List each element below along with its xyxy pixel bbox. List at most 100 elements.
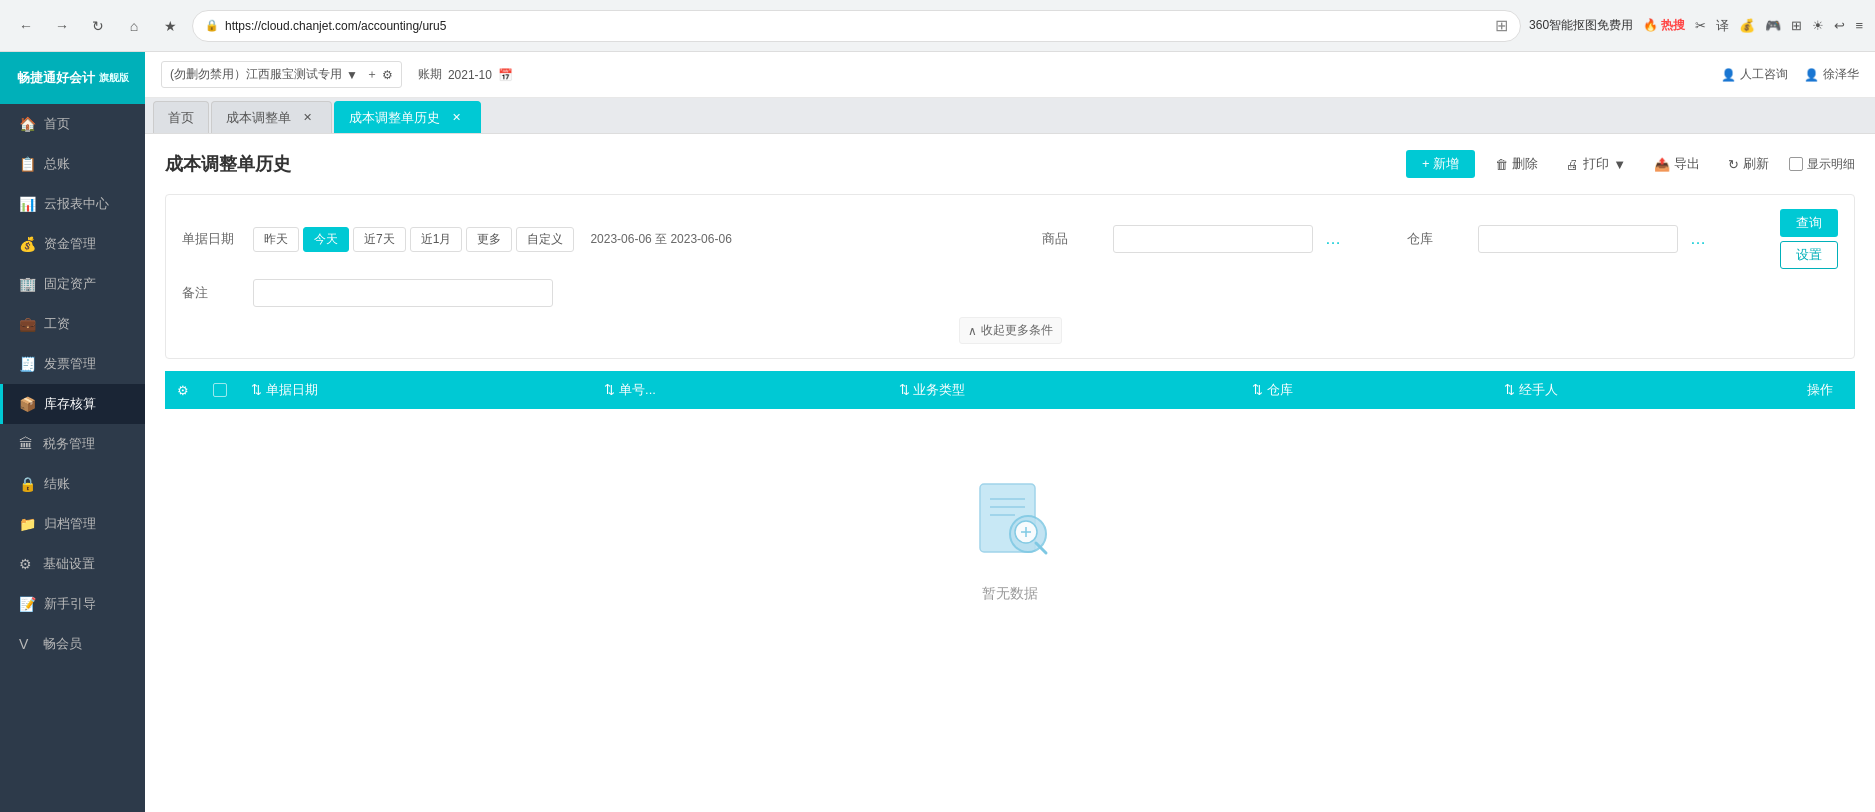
export-button[interactable]: 📤 导出	[1646, 151, 1708, 177]
th-biz-type[interactable]: ⇅ 业务类型	[887, 371, 1240, 409]
reload-button[interactable]: ↻	[84, 12, 112, 40]
th-handler[interactable]: ⇅ 经手人	[1492, 371, 1795, 409]
back-button[interactable]: ←	[12, 12, 40, 40]
tax-icon: 🏛	[19, 436, 35, 452]
note-input[interactable]	[253, 279, 553, 307]
th-actions: 操作	[1795, 371, 1855, 409]
company-name: (勿删勿禁用）江西服宝测试专用	[170, 66, 342, 83]
nav-item-ledger[interactable]: 📋 总账	[0, 144, 145, 184]
top-bar-right: 👤 人工咨询 👤 徐泽华	[1721, 66, 1859, 83]
user-profile[interactable]: 👤 徐泽华	[1804, 66, 1859, 83]
date-btn-today[interactable]: 今天	[303, 227, 349, 252]
page-header: 成本调整单历史 + 新增 🗑 删除 🖨 打印 ▼ 📤 导出	[165, 150, 1855, 178]
filter-area: 单据日期 昨天 今天 近7天 近1月 更多 自定义 2023-06-06 至 2…	[165, 194, 1855, 359]
nav-item-home[interactable]: 🏠 首页	[0, 104, 145, 144]
nav-item-tax[interactable]: 🏛 税务管理	[0, 424, 145, 464]
user-avatar-icon: 👤	[1804, 68, 1819, 82]
assets-icon: 🏢	[19, 276, 36, 292]
add-button[interactable]: + 新增	[1406, 150, 1475, 178]
calendar-icon: 📅	[498, 68, 513, 82]
filter-row-1: 单据日期 昨天 今天 近7天 近1月 更多 自定义 2023-06-06 至 2…	[182, 209, 1838, 269]
logo-text: 畅捷通好会计	[17, 69, 95, 87]
company-selector[interactable]: (勿删勿禁用）江西服宝测试专用 ▼ ＋ ⚙	[161, 61, 402, 88]
th-checkbox[interactable]	[201, 371, 239, 409]
nav-label-inventory: 库存核算	[44, 395, 96, 413]
refresh-button[interactable]: ↻ 刷新	[1720, 151, 1777, 177]
nav-item-settings[interactable]: ⚙ 基础设置	[0, 544, 145, 584]
left-nav: 畅捷通好会计 旗舰版 🏠 首页 📋 总账 📊 云报表中心 💰 资金管理 🏢 固定…	[0, 52, 145, 812]
warehouse-label: 仓库	[1407, 230, 1462, 248]
print-icon: 🖨	[1566, 157, 1579, 172]
nav-item-reports[interactable]: 📊 云报表中心	[0, 184, 145, 224]
export-icon: 📤	[1654, 157, 1670, 172]
table-body: 暂无数据	[165, 409, 1855, 663]
date-btn-yesterday[interactable]: 昨天	[253, 227, 299, 252]
tab-cost-adjust-history[interactable]: 成本调整单历史 ✕	[334, 101, 481, 133]
nav-item-inventory[interactable]: 📦 库存核算	[0, 384, 145, 424]
address-bar[interactable]: 🔒 https://cloud.chanjet.com/accounting/u…	[192, 10, 1521, 42]
th-settings[interactable]: ⚙	[165, 371, 201, 409]
settings-company-icon: ⚙	[382, 68, 393, 82]
nav-label-home: 首页	[44, 115, 70, 133]
th-number[interactable]: ⇅ 单号...	[592, 371, 886, 409]
print-button[interactable]: 🖨 打印 ▼	[1558, 151, 1634, 177]
scissors-icon: ✂	[1695, 18, 1706, 33]
bookmark-button[interactable]: ★	[156, 12, 184, 40]
coin-icon: 💰	[1739, 18, 1755, 33]
empty-text: 暂无数据	[982, 585, 1038, 603]
date-btn-1month[interactable]: 近1月	[410, 227, 463, 252]
url-text: https://cloud.chanjet.com/accounting/uru…	[225, 19, 446, 33]
goods-input[interactable]	[1113, 225, 1313, 253]
home-button[interactable]: ⌂	[120, 12, 148, 40]
date-btn-more[interactable]: 更多	[466, 227, 512, 252]
nav-item-funds[interactable]: 💰 资金管理	[0, 224, 145, 264]
nav-item-archive[interactable]: 📁 归档管理	[0, 504, 145, 544]
th-warehouse[interactable]: ⇅ 仓库	[1240, 371, 1492, 409]
forward-button[interactable]: →	[48, 12, 76, 40]
collapse-filter-button[interactable]: ∧ 收起更多条件	[959, 317, 1062, 344]
select-all-checkbox[interactable]	[213, 383, 227, 397]
nav-item-member[interactable]: V 畅会员	[0, 624, 145, 664]
empty-state: 暂无数据	[165, 409, 1855, 663]
close-period-icon: 🔒	[19, 476, 36, 492]
user-service[interactable]: 👤 人工咨询	[1721, 66, 1788, 83]
nav-item-guide[interactable]: 📝 新手引导	[0, 584, 145, 624]
tab-cost-adjust[interactable]: 成本调整单 ✕	[211, 101, 332, 133]
nav-label-funds: 资金管理	[44, 235, 96, 253]
empty-illustration	[960, 469, 1060, 569]
delete-icon: 🗑	[1495, 157, 1508, 172]
date-btn-custom[interactable]: 自定义	[516, 227, 574, 252]
nav-item-invoice[interactable]: 🧾 发票管理	[0, 344, 145, 384]
tab-cost-adjust-close[interactable]: ✕	[297, 108, 317, 128]
period-label: 账期	[418, 66, 442, 83]
period-value: 2021-10	[448, 68, 492, 82]
nav-item-assets[interactable]: 🏢 固定资产	[0, 264, 145, 304]
delete-button[interactable]: 🗑 删除	[1487, 151, 1546, 177]
browser-right-icons: 360智能抠图免费用 🔥 热搜 ✂ 译 💰 🎮 ⊞ ☀ ↩ ≡	[1529, 17, 1863, 35]
nav-label-ledger: 总账	[44, 155, 70, 173]
nav-label-archive: 归档管理	[44, 515, 96, 533]
tab-home[interactable]: 首页	[153, 101, 209, 133]
tab-cost-adjust-history-close[interactable]: ✕	[446, 108, 466, 128]
nav-item-salary[interactable]: 💼 工资	[0, 304, 145, 344]
checkbox-show-cols	[1789, 157, 1803, 171]
warehouse-more-icon[interactable]: …	[1686, 230, 1710, 248]
show-cols-toggle[interactable]: 显示明细	[1789, 156, 1855, 173]
goods-field: …	[1113, 225, 1391, 253]
settings-button[interactable]: 设置	[1780, 241, 1838, 269]
empty-row: 暂无数据	[165, 409, 1855, 663]
warehouse-input[interactable]	[1478, 225, 1678, 253]
period-info: 账期 2021-10 📅	[418, 66, 513, 83]
data-table: ⚙ ⇅ 单据日期 ⇅ 单号... ⇅ 业务类型	[165, 371, 1855, 663]
search-box[interactable]: 360智能抠图免费用	[1529, 17, 1633, 34]
nav-label-invoice: 发票管理	[44, 355, 96, 373]
invoice-icon: 🧾	[19, 356, 36, 372]
refresh-icon: ↻	[1728, 157, 1739, 172]
query-button[interactable]: 查询	[1780, 209, 1838, 237]
goods-more-icon[interactable]: …	[1321, 230, 1345, 248]
column-settings-icon: ⚙	[177, 383, 189, 398]
th-date[interactable]: ⇅ 单据日期	[239, 371, 592, 409]
nav-item-close[interactable]: 🔒 结账	[0, 464, 145, 504]
settings-icon: ☀	[1812, 18, 1824, 33]
date-btn-7days[interactable]: 近7天	[353, 227, 406, 252]
